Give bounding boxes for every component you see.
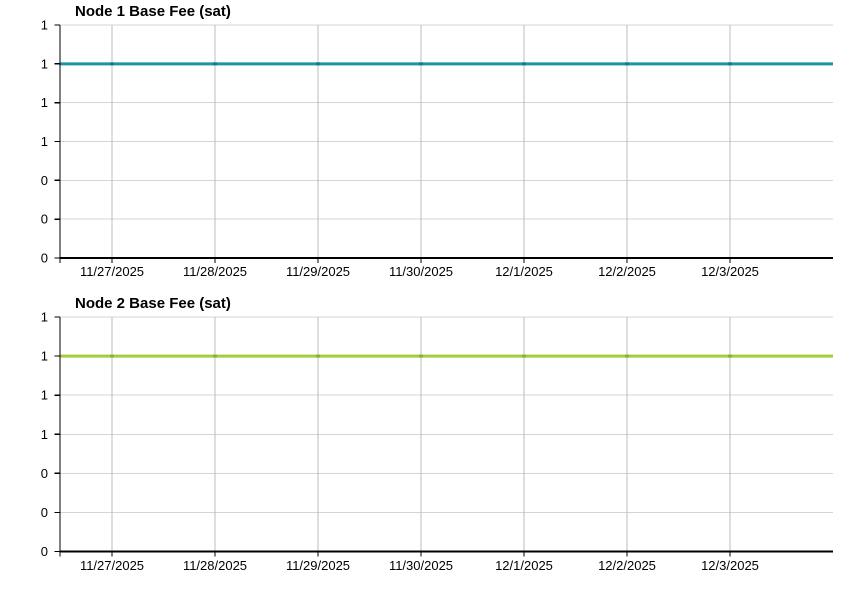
series-marker — [522, 62, 526, 66]
x-tick-label: 11/27/2025 — [80, 264, 144, 279]
base-fee-dashboard: 1 1 1 1 0 0 0 11/27/2025 11/28/2025 11/29/2025 11/… — [0, 0, 860, 600]
x-tick-label: 12/1/2025 — [495, 264, 553, 279]
y-tick-label: 1 — [41, 18, 48, 33]
series-marker — [728, 354, 732, 358]
y-tick-label: 0 — [41, 466, 48, 481]
y-tick-label: 1 — [41, 134, 48, 149]
plot-node-2-base-fee: 1 1 1 1 0 0 0 11/27/2025 11/28/2025 11/29/2025 11/… — [41, 310, 833, 573]
x-tick-label: 11/30/2025 — [389, 264, 453, 279]
plot-node-1-base-fee: 1 1 1 1 0 0 0 11/27/2025 11/28/2025 11/29/2025 11/… — [41, 18, 833, 279]
series-marker — [625, 354, 629, 358]
y-tick-label: 0 — [41, 212, 48, 227]
y-tick-label: 0 — [41, 173, 48, 188]
series-marker — [728, 62, 732, 66]
x-tick-label: 12/2/2025 — [598, 264, 656, 279]
y-tick-label: 1 — [41, 310, 48, 325]
y-tick-label: 1 — [41, 427, 48, 442]
x-tick-label: 12/2/2025 — [598, 558, 656, 573]
chart-title: Node 2 Base Fee (sat) — [75, 295, 231, 312]
series-marker — [316, 62, 320, 66]
series-marker — [522, 354, 526, 358]
series-marker — [213, 62, 217, 66]
y-tick-label: 0 — [41, 251, 48, 266]
series-marker — [625, 62, 629, 66]
series-marker — [110, 354, 114, 358]
y-tick-label: 1 — [41, 349, 48, 364]
y-tick-label: 0 — [41, 544, 48, 559]
y-tick-label: 1 — [41, 95, 48, 110]
x-tick-label: 12/3/2025 — [701, 558, 759, 573]
chart-node-2-base-fee: 1 1 1 1 0 0 0 11/27/2025 11/28/2025 11/29/2025 11/… — [0, 292, 860, 600]
chart-node-1-base-fee: 1 1 1 1 0 0 0 11/27/2025 11/28/2025 11/29/2025 11/… — [0, 0, 860, 290]
x-tick-label: 11/29/2025 — [286, 264, 350, 279]
x-tick-label: 12/1/2025 — [495, 558, 553, 573]
x-tick-label: 11/27/2025 — [80, 558, 144, 573]
series-marker — [213, 354, 217, 358]
x-tick-label: 11/28/2025 — [183, 558, 247, 573]
x-tick-label: 11/30/2025 — [389, 558, 453, 573]
chart-title: Node 1 Base Fee (sat) — [75, 3, 231, 20]
series-marker — [110, 62, 114, 66]
series-marker — [316, 354, 320, 358]
x-tick-label: 11/29/2025 — [286, 558, 350, 573]
y-tick-label: 0 — [41, 505, 48, 520]
y-tick-label: 1 — [41, 388, 48, 403]
series-marker — [419, 62, 423, 66]
y-tick-label: 1 — [41, 56, 48, 71]
series-marker — [419, 354, 423, 358]
x-tick-label: 12/3/2025 — [701, 264, 759, 279]
x-tick-label: 11/28/2025 — [183, 264, 247, 279]
